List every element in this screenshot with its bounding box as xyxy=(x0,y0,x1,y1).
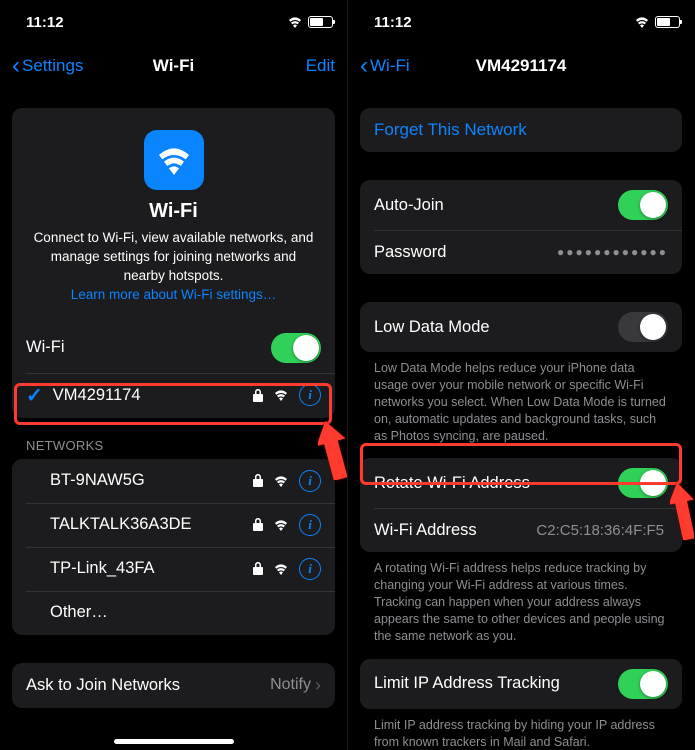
wifi-address-card: Rotate Wi-Fi Address Wi-Fi Address C2:C5… xyxy=(360,458,682,552)
forget-network-button[interactable]: Forget This Network xyxy=(360,108,682,152)
rotate-footer: A rotating Wi-Fi address helps reduce tr… xyxy=(360,552,682,648)
back-button[interactable]: ‹ Settings xyxy=(12,54,83,78)
other-label: Other… xyxy=(50,603,321,622)
chevron-right-icon: › xyxy=(315,675,321,696)
network-name: BT-9NAW5G xyxy=(50,471,253,490)
connection-options-card: Auto-Join Password ●●●●●●●●●●●● xyxy=(360,180,682,274)
password-row[interactable]: Password ●●●●●●●●●●●● xyxy=(360,230,682,274)
back-label: Settings xyxy=(22,56,83,76)
low-data-row: Low Data Mode xyxy=(360,302,682,352)
wifi-addr-value: C2:C5:18:36:4F:F5 xyxy=(536,522,664,539)
lock-icon xyxy=(253,562,263,575)
back-label: Wi-Fi xyxy=(370,56,410,76)
screenshot-wifi-list: 11:12 ‹ Settings Wi-Fi Edit Wi-Fi xyxy=(0,0,347,750)
other-network-row[interactable]: Other… xyxy=(12,591,335,635)
info-icon[interactable]: i xyxy=(299,558,321,580)
low-data-toggle[interactable] xyxy=(618,312,668,342)
auto-join-label: Auto-Join xyxy=(374,196,618,215)
status-bar: 11:12 xyxy=(348,0,694,44)
low-data-label: Low Data Mode xyxy=(374,318,618,337)
network-row[interactable]: TP-Link_43FA i xyxy=(12,547,335,591)
limit-tracking-row: Limit IP Address Tracking xyxy=(360,659,682,709)
home-indicator[interactable] xyxy=(114,739,234,744)
battery-icon xyxy=(308,16,333,28)
edit-button[interactable]: Edit xyxy=(306,56,335,76)
status-icons xyxy=(634,16,680,28)
limit-footer: Limit IP address tracking by hiding your… xyxy=(360,709,682,750)
networks-list: BT-9NAW5G i TALKTALK36A3DE i xyxy=(12,459,335,635)
wifi-signal-icon xyxy=(273,475,289,487)
hero-learn-more-link[interactable]: Learn more about Wi-Fi settings… xyxy=(71,287,277,302)
wifi-toggle[interactable] xyxy=(271,333,321,363)
auto-join-toggle[interactable] xyxy=(618,190,668,220)
lock-icon xyxy=(253,389,263,402)
rotate-toggle[interactable] xyxy=(618,468,668,498)
hero-body: Connect to Wi-Fi, view available network… xyxy=(34,230,314,283)
wifi-icon xyxy=(287,16,303,28)
wifi-icon xyxy=(634,16,650,28)
nav-bar: ‹ Settings Wi-Fi Edit xyxy=(0,44,347,88)
ask-label: Ask to Join Networks xyxy=(26,676,270,695)
checkmark-icon: ✓ xyxy=(26,383,43,408)
forget-network-card: Forget This Network xyxy=(360,108,682,152)
connected-network-row[interactable]: ✓ VM4291174 i xyxy=(12,373,335,418)
wifi-toggle-row: Wi-Fi xyxy=(12,323,335,373)
chevron-left-icon: ‹ xyxy=(360,54,368,78)
limit-toggle[interactable] xyxy=(618,669,668,699)
limit-tracking-card: Limit IP Address Tracking xyxy=(360,659,682,709)
lock-icon xyxy=(253,474,263,487)
rotate-label: Rotate Wi-Fi Address xyxy=(374,474,618,493)
wifi-signal-icon xyxy=(273,389,289,401)
network-name: TP-Link_43FA xyxy=(50,559,253,578)
ask-to-join-row[interactable]: Ask to Join Networks Notify › xyxy=(12,663,335,708)
wifi-app-icon xyxy=(144,130,204,190)
info-icon[interactable]: i xyxy=(299,470,321,492)
password-label: Password xyxy=(374,243,557,262)
wifi-hero-card: Wi-Fi Connect to Wi-Fi, view available n… xyxy=(12,108,335,418)
wifi-address-row[interactable]: Wi-Fi Address C2:C5:18:36:4F:F5 xyxy=(360,508,682,552)
wifi-signal-icon xyxy=(273,563,289,575)
ask-value: Notify xyxy=(270,676,311,694)
battery-icon xyxy=(655,16,680,28)
auto-join-row: Auto-Join xyxy=(360,180,682,230)
forget-label: Forget This Network xyxy=(374,120,527,140)
nav-bar: ‹ Wi-Fi VM4291174 xyxy=(348,44,694,88)
connected-network-name: VM4291174 xyxy=(53,386,253,405)
low-data-footer: Low Data Mode helps reduce your iPhone d… xyxy=(360,352,682,448)
low-data-card: Low Data Mode xyxy=(360,302,682,352)
chevron-left-icon: ‹ xyxy=(12,54,20,78)
network-row[interactable]: TALKTALK36A3DE i xyxy=(12,503,335,547)
info-icon[interactable]: i xyxy=(299,384,321,406)
network-row[interactable]: BT-9NAW5G i xyxy=(12,459,335,503)
lock-icon xyxy=(253,518,263,531)
status-icons xyxy=(287,16,333,28)
wifi-signal-icon xyxy=(273,519,289,531)
password-value-masked: ●●●●●●●●●●●● xyxy=(557,245,668,259)
back-button[interactable]: ‹ Wi-Fi xyxy=(360,54,410,78)
screenshot-network-detail: 11:12 ‹ Wi-Fi VM4291174 Forget This Netw… xyxy=(347,0,694,750)
limit-label: Limit IP Address Tracking xyxy=(374,674,618,693)
networks-header: NETWORKS xyxy=(12,418,335,459)
hero-title: Wi-Fi xyxy=(28,200,319,223)
rotate-address-row: Rotate Wi-Fi Address xyxy=(360,458,682,508)
info-icon[interactable]: i xyxy=(299,514,321,536)
network-name: TALKTALK36A3DE xyxy=(50,515,253,534)
status-time: 11:12 xyxy=(26,14,64,31)
wifi-toggle-label: Wi-Fi xyxy=(26,338,271,357)
status-time: 11:12 xyxy=(374,14,412,31)
wifi-addr-label: Wi-Fi Address xyxy=(374,521,536,540)
status-bar: 11:12 xyxy=(0,0,347,44)
